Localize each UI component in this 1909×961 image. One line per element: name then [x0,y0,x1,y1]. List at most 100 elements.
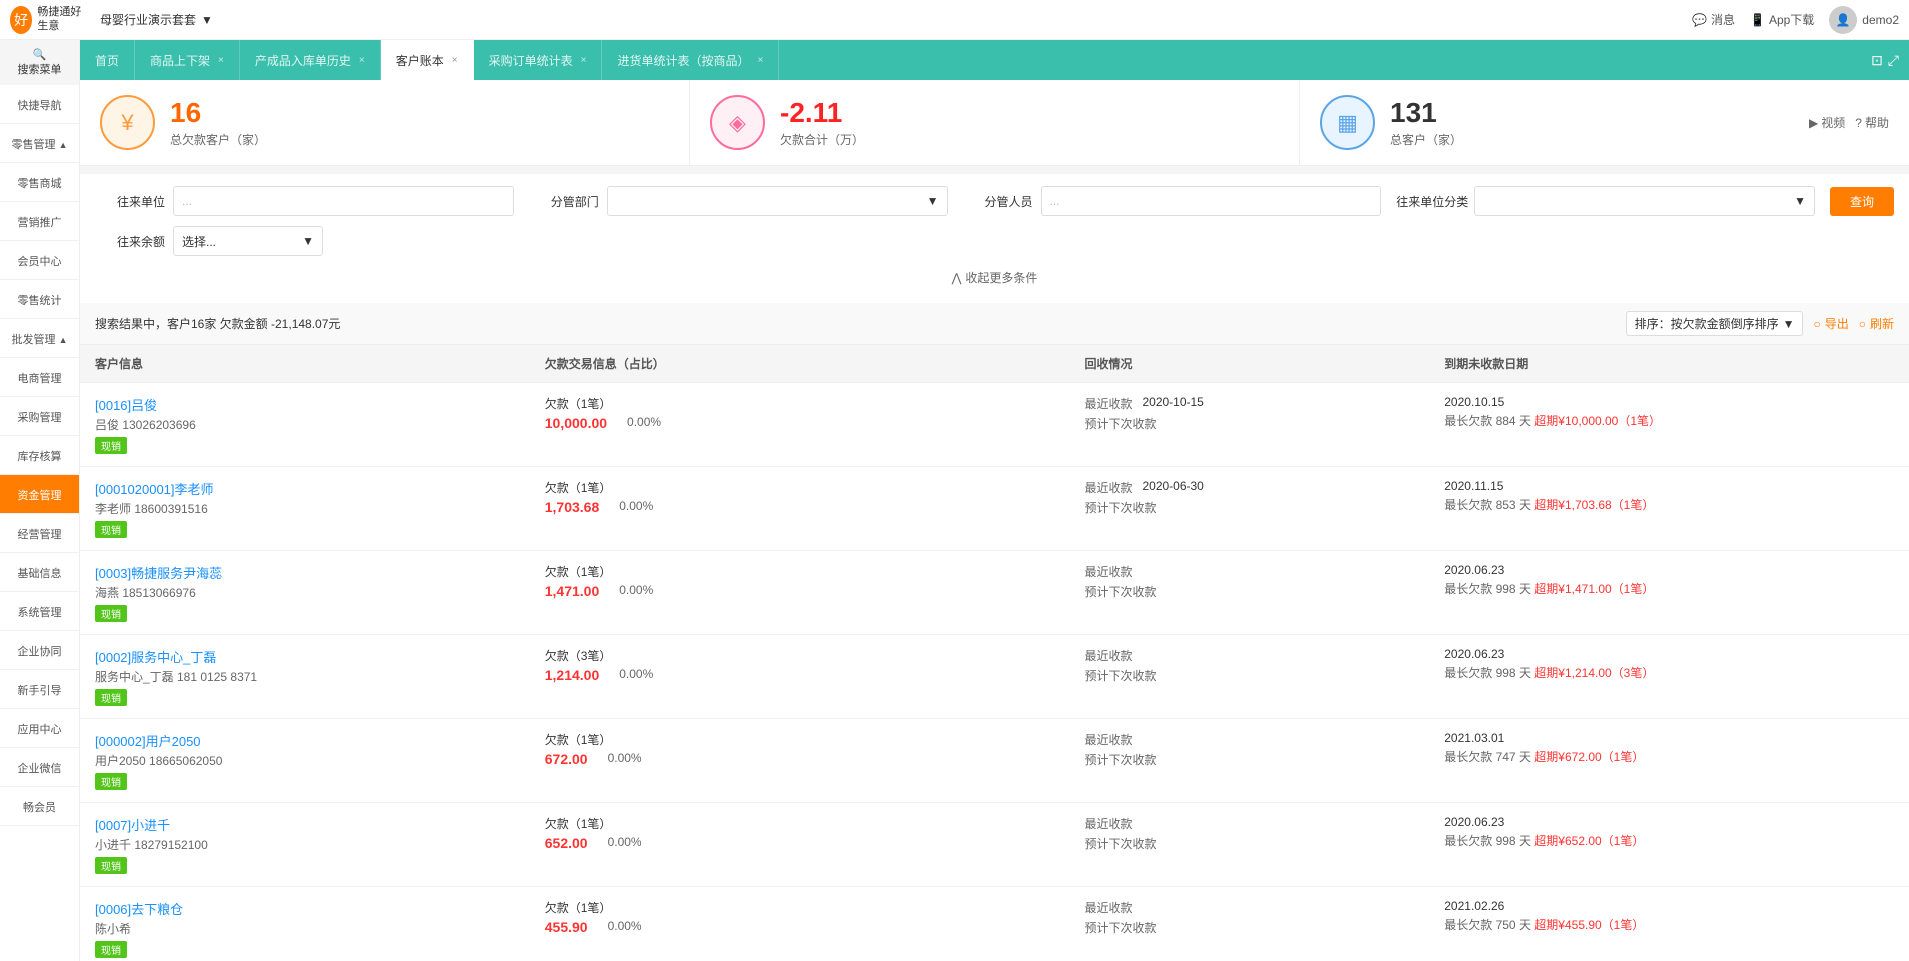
debt-percent-2: 0.00% [619,583,653,597]
tab-production-label: 产成品入库单历史 [255,52,351,69]
balance-select[interactable]: 选择... ▼ [173,226,323,256]
date-cell-2: 2020.06.23 最长欠款 998 天 超期¥1,471.00（1笔） [1444,563,1894,622]
sidebar-item-newbie[interactable]: 新手引导 [0,670,79,709]
supplier-input[interactable]: ... [173,186,514,216]
next-collect-0: 预计下次收款 [1084,415,1444,432]
customer-name-5[interactable]: [0007]小进千 [95,815,545,834]
collapse-button[interactable]: ⋀ 收起更多条件 [95,264,1894,291]
overdue-link-3[interactable]: 超期¥1,214.00（3笔） [1534,666,1654,680]
date-cell-6: 2021.02.26 最长欠款 750 天 超期¥455.90（1笔） [1444,899,1894,958]
tab-purchase-close[interactable]: × [581,55,587,66]
debt-row-2: 1,471.00 0.00% [545,580,1085,599]
sidebar-item-retail-stats[interactable]: 零售统计 [0,280,79,319]
window-expand-icon[interactable]: ⤢ [1888,52,1899,69]
customer-name-1[interactable]: [0001020001]李老师 [95,479,545,498]
sidebar-item-member[interactable]: 会员中心 [0,241,79,280]
demo-select[interactable]: 母婴行业演示套套 ▼ [100,11,213,28]
stat-label-3: 总客户（家） [1390,131,1462,148]
category-select[interactable]: ▼ [1474,186,1815,216]
sidebar-item-system[interactable]: 系统管理 [0,592,79,631]
demo-label: 母婴行业演示套套 [100,11,196,28]
table-header: 客户信息 欠款交易信息（占比） 回收情况 到期未收款日期 [80,345,1909,383]
customer-name-0[interactable]: [0016]吕俊 [95,395,545,414]
tab-customer-close[interactable]: × [452,55,458,66]
sidebar-item-purchase[interactable]: 采购管理 [0,397,79,436]
tab-inbound-close[interactable]: × [757,55,763,66]
help-btn[interactable]: ? 帮助 [1855,114,1889,131]
customer-phone-6: 陈小希 [95,920,545,937]
recovery-cell-1: 最近收款 2020-06-30 预计下次收款 [1084,479,1444,538]
export-button[interactable]: ○ 导出 [1813,315,1848,332]
table-row: [0002]服务中心_丁磊 服务中心_丁磊 181 0125 8371 现销 欠… [80,635,1909,719]
sidebar-item-vip[interactable]: 畅会员 [0,787,79,826]
date-cell-1: 2020.11.15 最长欠款 853 天 超期¥1,703.68（1笔） [1444,479,1894,538]
recovery-row-4: 最近收款 [1084,731,1444,748]
tab-inbound[interactable]: 进货单统计表（按商品） × [602,40,779,80]
customer-cell-0: [0016]吕俊 吕俊 13026203696 现销 [95,395,545,454]
export-icon: ○ [1813,317,1820,331]
customer-name-6[interactable]: [0006]去下粮仓 [95,899,545,918]
results-bar: 搜索结果中，客户16家 欠款金额 -21,148.07元 排序：按欠款金额倒序排… [80,303,1909,345]
stat-value-3: 131 [1390,97,1462,129]
sidebar-item-batch-mgmt[interactable]: 批发管理 ▲ [0,319,79,358]
tab-products-close[interactable]: × [218,55,224,66]
user-avatar[interactable]: 👤 demo2 [1829,6,1899,34]
customer-phone-0: 吕俊 13026203696 [95,416,545,433]
sidebar-item-retail-mall[interactable]: 零售商城 [0,163,79,202]
data-table: 客户信息 欠款交易信息（占比） 回收情况 到期未收款日期 [0016]吕俊 吕俊… [80,345,1909,961]
window-restore-icon[interactable]: ⊡ [1871,52,1883,69]
avatar-circle: 👤 [1829,6,1857,34]
tab-products[interactable]: 商品上下架 × [135,40,240,80]
sidebar-item-finance[interactable]: 资金管理 [0,475,79,514]
col-header-recovery: 回收情况 [1084,355,1444,372]
overdue-link-2[interactable]: 超期¥1,471.00（1笔） [1534,582,1654,596]
message-btn[interactable]: 💬 消息 [1692,11,1735,28]
col-header-date: 到期未收款日期 [1444,355,1894,372]
video-btn[interactable]: ▶ 视频 [1809,114,1845,131]
message-icon: 💬 [1692,13,1707,27]
tab-bar: 首页 商品上下架 × 产成品入库单历史 × 客户账本 × 采购订单统计表 × [80,40,1909,80]
app-download-btn[interactable]: 📱 App下载 [1750,11,1814,28]
date-cell-5: 2020.06.23 最长欠款 998 天 超期¥652.00（1笔） [1444,815,1894,874]
overdue-link-1[interactable]: 超期¥1,703.68（1笔） [1534,498,1654,512]
debt-count-0: 欠款（1笔） [545,395,1085,412]
due-date-0: 2020.10.15 [1444,395,1894,409]
sidebar-item-inventory[interactable]: 库存核算 [0,436,79,475]
sidebar-item-retail-mgmt[interactable]: 零售管理 ▲ [0,124,79,163]
sidebar-item-operations[interactable]: 经营管理 [0,514,79,553]
customer-name-4[interactable]: [000002]用户2050 [95,731,545,750]
person-input[interactable]: ... [1041,186,1382,216]
customer-phone-1: 李老师 18600391516 [95,500,545,517]
refresh-button[interactable]: ○ 刷新 [1859,315,1894,332]
table-row: [0001020001]李老师 李老师 18600391516 现销 欠款（1笔… [80,467,1909,551]
overdue-link-6[interactable]: 超期¥455.90（1笔） [1534,918,1644,932]
tab-purchase[interactable]: 采购订单统计表 × [474,40,603,80]
sidebar-item-wechat[interactable]: 企业微信 [0,748,79,787]
sidebar-item-apps[interactable]: 应用中心 [0,709,79,748]
sidebar-item-ecommerce[interactable]: 电商管理 [0,358,79,397]
debt-row-0: 10,000.00 0.00% [545,412,1085,431]
customer-name-2[interactable]: [0003]畅捷服务尹海蕊 [95,563,545,582]
customer-phone-2: 海燕 18513066976 [95,584,545,601]
customer-name-3[interactable]: [0002]服务中心_丁磊 [95,647,545,666]
due-date-2: 2020.06.23 [1444,563,1894,577]
overdue-link-4[interactable]: 超期¥672.00（1笔） [1534,750,1644,764]
sidebar-item-marketing[interactable]: 营销推广 [0,202,79,241]
dept-select[interactable]: ▼ [607,186,948,216]
username: demo2 [1862,13,1899,27]
customer-badge-1: 现销 [95,521,127,538]
tab-production[interactable]: 产成品入库单历史 × [240,40,381,80]
sidebar-item-enterprise[interactable]: 企业协同 [0,631,79,670]
sidebar-search[interactable]: 🔍 搜索菜单 [0,40,79,85]
debt-row-6: 455.90 0.00% [545,916,1085,935]
tab-customer[interactable]: 客户账本 × [381,40,474,80]
sidebar-item-quick-nav[interactable]: 快捷导航 [0,85,79,124]
search-button[interactable]: 查询 [1830,187,1894,216]
tab-home[interactable]: 首页 [80,40,135,80]
sidebar-item-basic-info[interactable]: 基础信息 [0,553,79,592]
overdue-link-0[interactable]: 超期¥10,000.00（1笔） [1534,414,1661,428]
sort-select[interactable]: 排序：按欠款金额倒序排序 ▼ [1626,311,1804,336]
tab-production-close[interactable]: × [359,55,365,66]
overdue-link-5[interactable]: 超期¥652.00（1笔） [1534,834,1644,848]
debt-percent-0: 0.00% [627,415,661,429]
